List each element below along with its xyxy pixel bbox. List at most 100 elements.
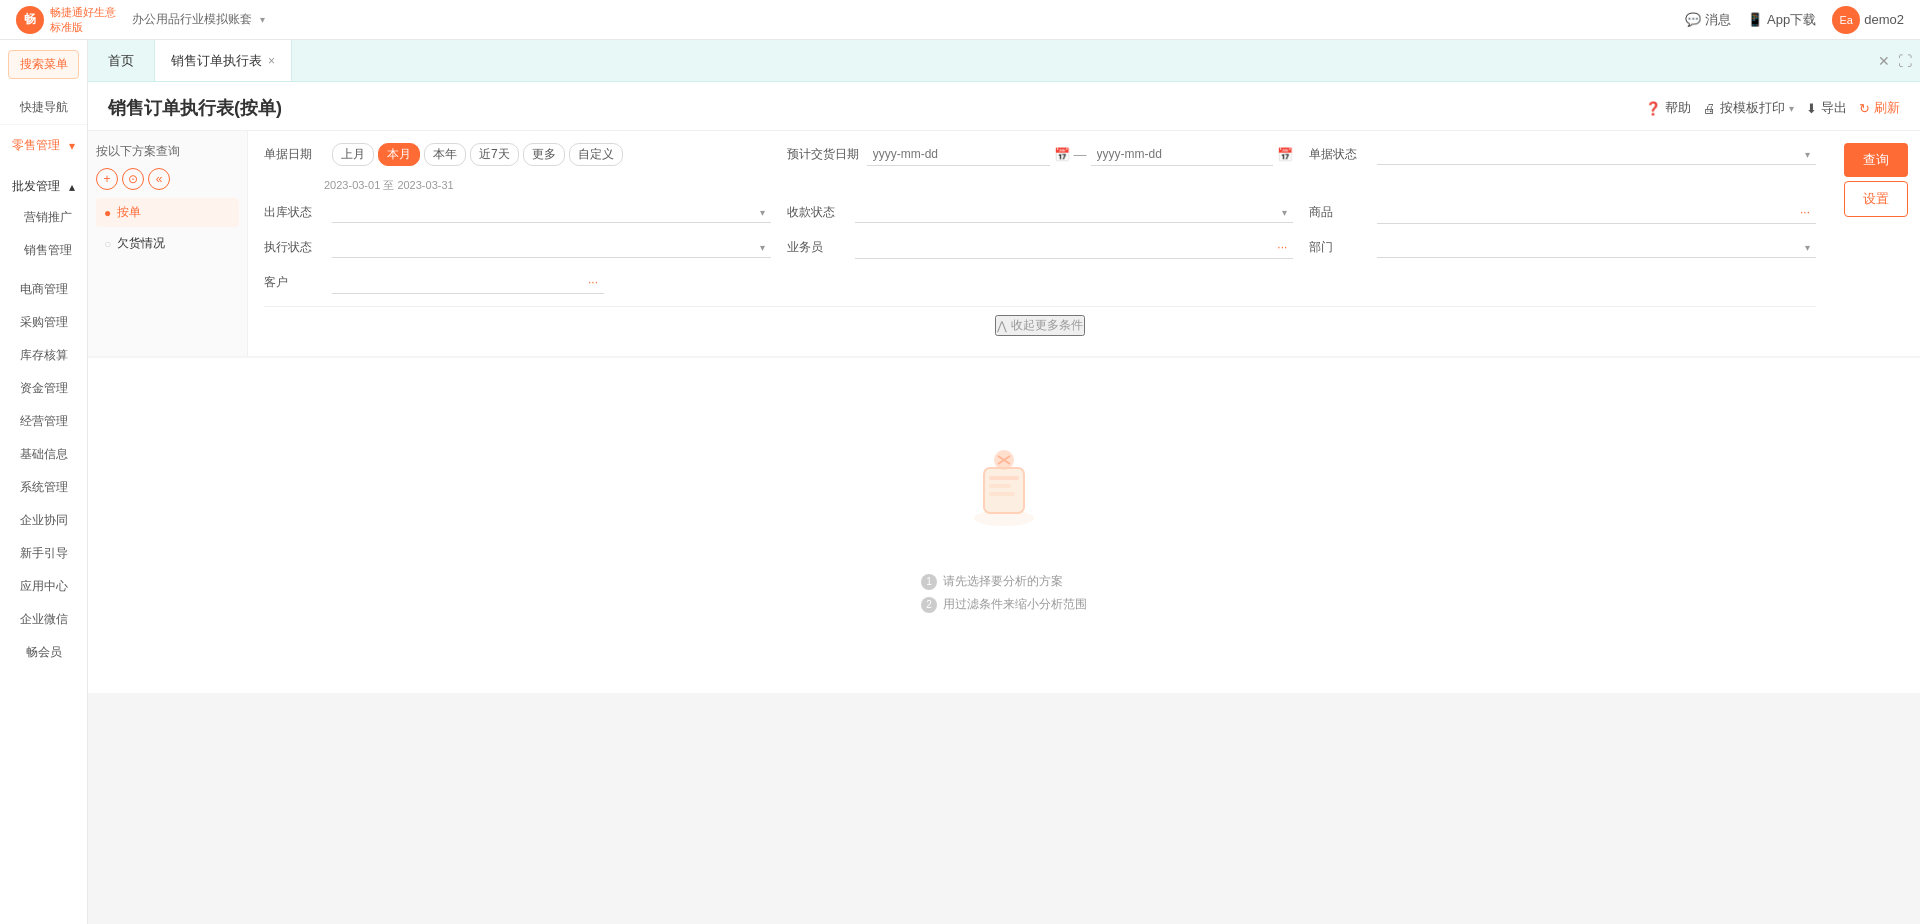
collapse-button[interactable]: ⋀ 收起更多条件 (995, 315, 1085, 336)
empty-state: 1 请先选择要分析的方案 2 用过滤条件来缩小分析范围 (88, 358, 1920, 693)
svg-rect-4 (989, 492, 1015, 496)
message-icon: 💬 (1685, 12, 1701, 27)
filter-field-expected-date: 预计交货日期 📅 — 📅 (787, 143, 1294, 166)
search-set-area: 查询 设置 (1832, 131, 1920, 356)
svg-rect-2 (989, 476, 1019, 480)
sidebar-item-enterprise[interactable]: 企业协同 (0, 504, 87, 537)
tab-active[interactable]: 销售订单执行表 × (155, 40, 292, 81)
execute-label: 执行状态 (264, 239, 324, 256)
sidebar-item-system[interactable]: 系统管理 (0, 471, 87, 504)
sidebar-item-ecommerce[interactable]: 电商管理 (0, 273, 87, 306)
set-button[interactable]: 设置 (1844, 181, 1908, 217)
date-tag-7days[interactable]: 近7天 (470, 143, 519, 166)
date-tag-this-year[interactable]: 本年 (424, 143, 466, 166)
date-tag-more[interactable]: 更多 (523, 143, 565, 166)
search-menu-button[interactable]: 搜索菜单 (8, 50, 79, 79)
app-name-dropdown-icon[interactable]: ▾ (260, 14, 265, 25)
help-button[interactable]: ❓ 帮助 (1645, 99, 1691, 117)
execute-select[interactable]: ▾ (332, 238, 771, 258)
goods-label: 商品 (1309, 204, 1369, 221)
order-status-dropdown-icon: ▾ (1805, 149, 1810, 160)
sidebar-item-purchase[interactable]: 采购管理 (0, 306, 87, 339)
main-layout: 搜索菜单 快捷导航 零售管理 ▾ 批发管理 ▴ 营销推广 销售管理 电商管理 采… (0, 40, 1920, 924)
salesman-label: 业务员 (787, 239, 847, 256)
order-status-select[interactable]: ▾ (1377, 145, 1816, 165)
sidebar-item-finance[interactable]: 资金管理 (0, 372, 87, 405)
sidebar-item-newbie[interactable]: 新手引导 (0, 537, 87, 570)
filter-scheme-sidebar: 按以下方案查询 + ⊙ « ● 按单 ○ 欠货情况 (88, 131, 248, 356)
start-date-calendar-icon[interactable]: 📅 (1054, 147, 1070, 162)
tab-label: 销售订单执行表 (171, 52, 262, 70)
sidebar: 搜索菜单 快捷导航 零售管理 ▾ 批发管理 ▴ 营销推广 销售管理 电商管理 采… (0, 40, 88, 924)
app-name: 办公用品行业模拟账套 (132, 11, 252, 28)
end-date-input[interactable] (1091, 143, 1274, 166)
goods-more-icon[interactable]: ··· (1800, 205, 1810, 219)
message-button[interactable]: 💬 消息 (1685, 11, 1731, 29)
tab-close-window-icon[interactable]: ✕ (1878, 53, 1890, 69)
print-icon: 🖨 (1703, 101, 1716, 116)
goods-input[interactable]: ··· (1377, 201, 1816, 224)
sidebar-item-basicinfo[interactable]: 基础信息 (0, 438, 87, 471)
sidebar-item-appcenter[interactable]: 应用中心 (0, 570, 87, 603)
expected-date-label: 预计交货日期 (787, 146, 859, 163)
add-scheme-button[interactable]: + (96, 168, 118, 190)
sidebar-item-marketing[interactable]: 营销推广 (4, 201, 83, 234)
top-bar-left: 畅 畅捷通好生意 标准版 办公用品行业模拟账套 ▾ (16, 5, 265, 34)
execute-dropdown-icon: ▾ (760, 242, 765, 253)
filter-field-shipment: 出库状态 ▾ (264, 203, 771, 223)
date-tag-group: 上月 本月 本年 近7天 更多 自定义 (332, 143, 623, 166)
filter-field-customer: 客户 ··· (264, 271, 604, 294)
template-print-button[interactable]: 🖨 按模板打印 ▾ (1703, 99, 1794, 117)
filter-scheme-title: 按以下方案查询 (96, 143, 239, 160)
scheme-item-order[interactable]: ● 按单 (96, 198, 239, 227)
sidebar-section-retail: 零售管理 ▾ (0, 125, 87, 166)
top-bar: 畅 畅捷通好生意 标准版 办公用品行业模拟账套 ▾ 💬 消息 📱 App下载 E… (0, 0, 1920, 40)
start-date-input[interactable] (867, 143, 1050, 166)
scheme-item-shortage[interactable]: ○ 欠货情况 (96, 229, 239, 258)
search-button[interactable]: 查询 (1844, 143, 1908, 177)
user-profile[interactable]: Ea demo2 (1832, 6, 1904, 34)
date-range-text: 2023-03-01 至 2023-03-31 (324, 178, 1816, 201)
sidebar-item-corpwechat[interactable]: 企业微信 (0, 603, 87, 636)
content-area: 首页 销售订单执行表 × ✕ ⛶ 销售订单执行表(按单) ❓ 帮助 (88, 40, 1920, 924)
salesman-input[interactable]: ··· (855, 236, 1294, 259)
date-range-picker: 📅 — 📅 (867, 143, 1294, 166)
svg-rect-1 (984, 468, 1024, 513)
download-icon: 📱 (1747, 12, 1763, 27)
date-tag-custom[interactable]: 自定义 (569, 143, 623, 166)
end-date-calendar-icon[interactable]: 📅 (1277, 147, 1293, 162)
app-download-button[interactable]: 📱 App下载 (1747, 11, 1816, 29)
payment-select[interactable]: ▾ (855, 203, 1294, 223)
filter-row-4: 客户 ··· (264, 271, 1816, 294)
shipment-select[interactable]: ▾ (332, 203, 771, 223)
filter-row-1: 单据日期 上月 本月 本年 近7天 更多 自定义 (264, 143, 1816, 166)
tab-close-icon[interactable]: × (268, 54, 275, 68)
sidebar-item-retail[interactable]: 零售管理 ▾ (4, 131, 83, 160)
sidebar-item-wholesale[interactable]: 批发管理 ▴ (4, 172, 83, 201)
dept-select[interactable]: ▾ (1377, 238, 1816, 258)
customer-input[interactable]: ··· (332, 271, 604, 294)
date-tag-this-month[interactable]: 本月 (378, 143, 420, 166)
sidebar-item-operations[interactable]: 经营管理 (0, 405, 87, 438)
tab-home[interactable]: 首页 (88, 40, 155, 81)
salesman-more-icon[interactable]: ··· (1277, 240, 1287, 254)
export-button[interactable]: ⬇ 导出 (1806, 99, 1847, 117)
user-name: demo2 (1864, 12, 1904, 27)
sidebar-item-member[interactable]: 畅会员 (0, 636, 87, 669)
copy-scheme-button[interactable]: ⊙ (122, 168, 144, 190)
date-sep: — (1074, 147, 1087, 162)
sidebar-item-sales[interactable]: 销售管理 (4, 234, 83, 267)
customer-more-icon[interactable]: ··· (588, 275, 598, 289)
scheme-icon-shortage: ○ (104, 237, 111, 251)
help-icon: ❓ (1645, 101, 1661, 116)
refresh-button[interactable]: ↻ 刷新 (1859, 99, 1900, 117)
step-num-2: 2 (921, 597, 937, 613)
dept-dropdown-icon: ▾ (1805, 242, 1810, 253)
date-tag-last-month[interactable]: 上月 (332, 143, 374, 166)
tab-maximize-icon[interactable]: ⛶ (1898, 53, 1912, 69)
sidebar-item-quick-nav[interactable]: 快捷导航 (0, 91, 87, 125)
sidebar-item-inventory[interactable]: 库存核算 (0, 339, 87, 372)
collapse-scheme-button[interactable]: « (148, 168, 170, 190)
payment-label: 收款状态 (787, 204, 847, 221)
empty-illustration (954, 438, 1054, 557)
